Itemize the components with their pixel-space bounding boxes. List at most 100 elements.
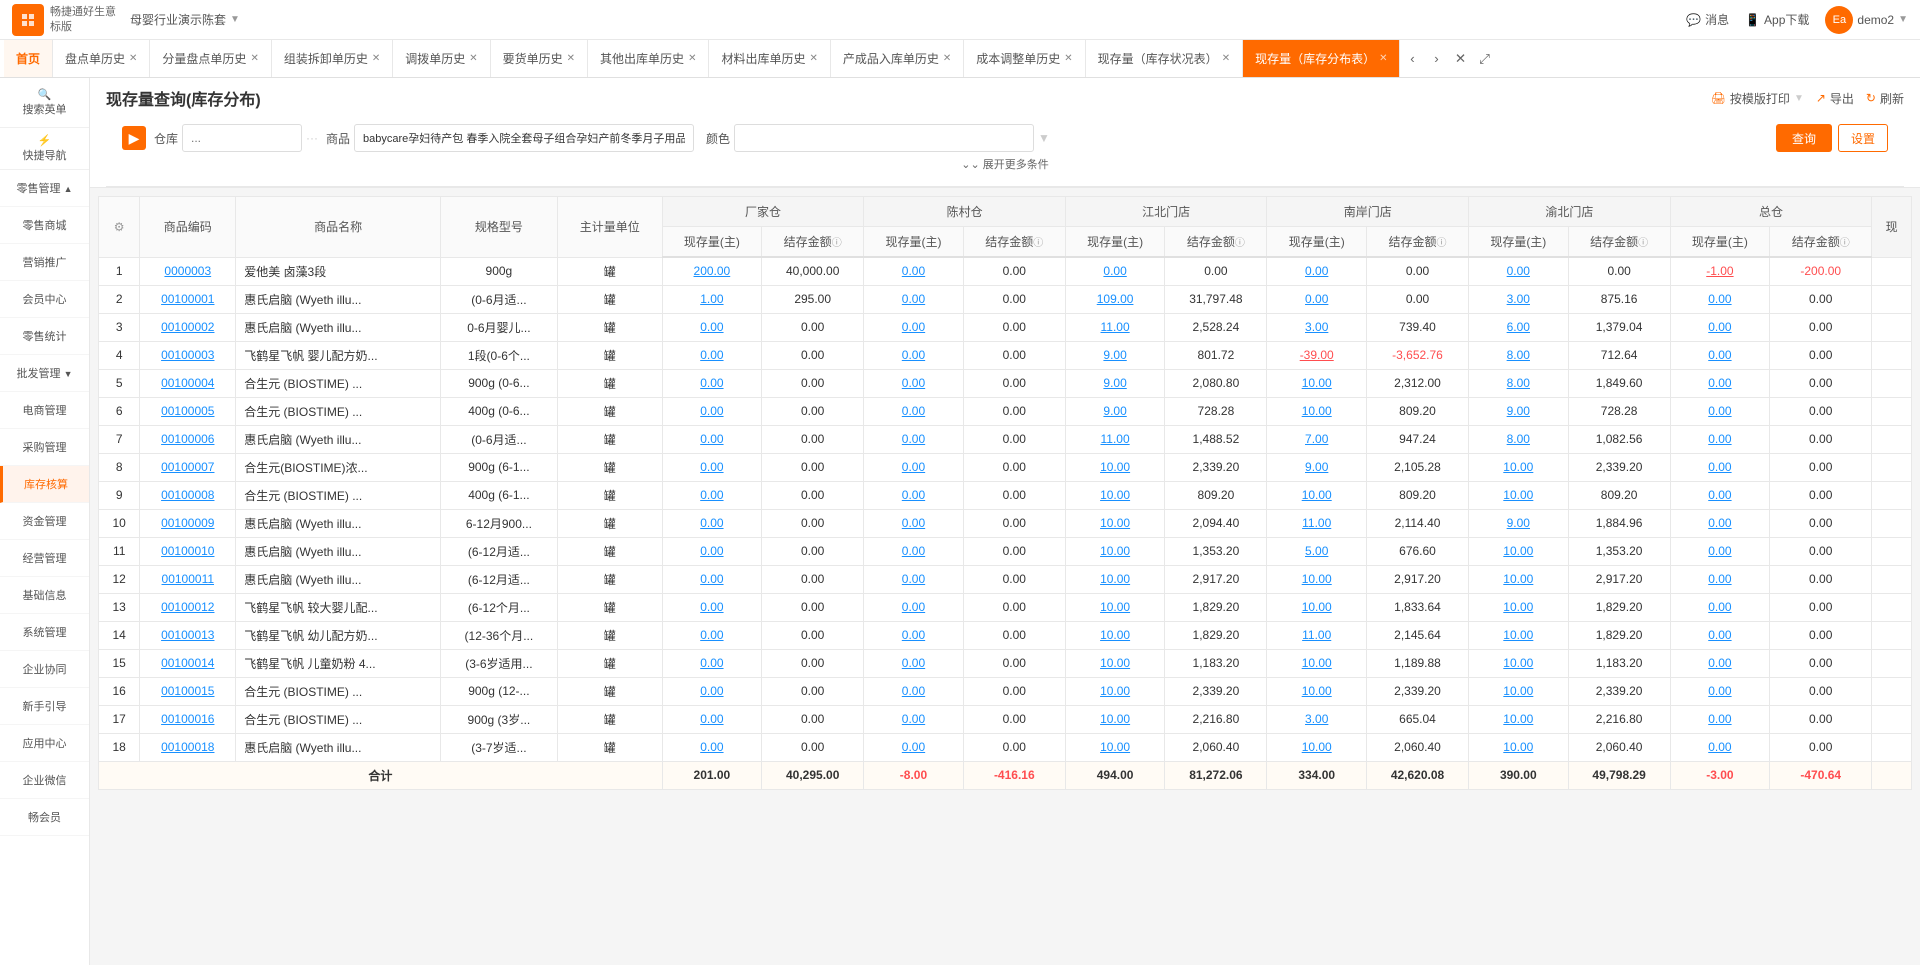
cell-changjia-qty[interactable]: 0.00 bbox=[662, 341, 761, 369]
cell-changjia-qty[interactable]: 0.00 bbox=[662, 537, 761, 565]
cell-jiangbei-qty[interactable]: 10.00 bbox=[1065, 509, 1164, 537]
cell-zong-qty[interactable]: 0.00 bbox=[1670, 593, 1769, 621]
close-icon[interactable]: ✕ bbox=[809, 53, 817, 64]
sidebar-item-retail-stat[interactable]: 零售统计 bbox=[0, 318, 89, 355]
cell-nanan-qty[interactable]: 9.00 bbox=[1267, 453, 1366, 481]
sidebar-item-finance[interactable]: 资金管理 bbox=[0, 503, 89, 540]
cell-nanan-qty[interactable]: 0.00 bbox=[1267, 257, 1366, 285]
cell-jiangbei-qty[interactable]: 10.00 bbox=[1065, 677, 1164, 705]
tabs-next-btn[interactable]: › bbox=[1424, 40, 1448, 78]
cell-changjia-qty[interactable]: 200.00 bbox=[662, 257, 761, 285]
cell-code[interactable]: 00100012 bbox=[140, 593, 236, 621]
cell-zong-qty[interactable]: -1.00 bbox=[1670, 257, 1769, 285]
cell-yubei-qty[interactable]: 9.00 bbox=[1469, 397, 1568, 425]
tab-11-active[interactable]: 现存量（库存分布表） ✕ bbox=[1243, 40, 1400, 78]
sidebar-item-collab[interactable]: 企业协同 bbox=[0, 651, 89, 688]
cell-jiangbei-qty[interactable]: 11.00 bbox=[1065, 425, 1164, 453]
cell-changjia-qty[interactable]: 0.00 bbox=[662, 481, 761, 509]
cell-zong-qty[interactable]: 0.00 bbox=[1670, 369, 1769, 397]
info-icon[interactable]: ⓘ bbox=[1840, 238, 1850, 249]
expand-more-btn[interactable]: ⌄⌄ 展开更多条件 bbox=[122, 152, 1888, 178]
cell-jiangbei-qty[interactable]: 10.00 bbox=[1065, 565, 1164, 593]
cell-chencu-qty[interactable]: 0.00 bbox=[864, 565, 963, 593]
cell-changjia-qty[interactable]: 0.00 bbox=[662, 313, 761, 341]
print-btn[interactable]: 🖨 按模版打印 ▼ bbox=[1711, 90, 1804, 107]
cell-zong-qty[interactable]: 0.00 bbox=[1670, 341, 1769, 369]
sidebar-item-purchase[interactable]: 采购管理 bbox=[0, 429, 89, 466]
cell-jiangbei-qty[interactable]: 10.00 bbox=[1065, 453, 1164, 481]
tab-8[interactable]: 产成品入库单历史 ✕ bbox=[831, 40, 964, 78]
cell-code[interactable]: 0000003 bbox=[140, 257, 236, 285]
cell-chencu-qty[interactable]: 0.00 bbox=[864, 621, 963, 649]
cell-jiangbei-qty[interactable]: 10.00 bbox=[1065, 649, 1164, 677]
cell-zong-qty[interactable]: 0.00 bbox=[1670, 397, 1769, 425]
cell-jiangbei-qty[interactable]: 9.00 bbox=[1065, 369, 1164, 397]
cell-changjia-qty[interactable]: 0.00 bbox=[662, 509, 761, 537]
filter-toggle-btn[interactable]: ▶ bbox=[122, 126, 146, 150]
cell-yubei-qty[interactable]: 10.00 bbox=[1469, 593, 1568, 621]
cell-chencu-qty[interactable]: 0.00 bbox=[864, 369, 963, 397]
cell-zong-qty[interactable]: 0.00 bbox=[1670, 537, 1769, 565]
cell-zong-qty[interactable]: 0.00 bbox=[1670, 677, 1769, 705]
cell-chencu-qty[interactable]: 0.00 bbox=[864, 677, 963, 705]
tab-9[interactable]: 成本调整单历史 ✕ bbox=[964, 40, 1085, 78]
close-icon[interactable]: ✕ bbox=[688, 53, 696, 64]
cell-zong-qty[interactable]: 0.00 bbox=[1670, 425, 1769, 453]
cell-yubei-qty[interactable]: 9.00 bbox=[1469, 509, 1568, 537]
cell-code[interactable]: 00100004 bbox=[140, 369, 236, 397]
cell-jiangbei-qty[interactable]: 10.00 bbox=[1065, 593, 1164, 621]
sidebar-item-system[interactable]: 系统管理 bbox=[0, 614, 89, 651]
cell-zong-qty[interactable]: 0.00 bbox=[1670, 733, 1769, 761]
cell-code[interactable]: 00100001 bbox=[140, 285, 236, 313]
cell-changjia-qty[interactable]: 0.00 bbox=[662, 565, 761, 593]
cell-nanan-qty[interactable]: 10.00 bbox=[1267, 397, 1366, 425]
cell-nanan-qty[interactable]: 7.00 bbox=[1267, 425, 1366, 453]
cell-yubei-qty[interactable]: 0.00 bbox=[1469, 257, 1568, 285]
cell-chencu-qty[interactable]: 0.00 bbox=[864, 537, 963, 565]
cell-changjia-qty[interactable]: 1.00 bbox=[662, 285, 761, 313]
cell-code[interactable]: 00100015 bbox=[140, 677, 236, 705]
cell-code[interactable]: 00100010 bbox=[140, 537, 236, 565]
sidebar-item-ops[interactable]: 经营管理 bbox=[0, 540, 89, 577]
close-icon[interactable]: ✕ bbox=[943, 53, 951, 64]
tab-1[interactable]: 盘点单历史 ✕ bbox=[53, 40, 150, 78]
cell-code[interactable]: 00100016 bbox=[140, 705, 236, 733]
sidebar-item-member[interactable]: 会员中心 bbox=[0, 281, 89, 318]
cell-yubei-qty[interactable]: 10.00 bbox=[1469, 565, 1568, 593]
cell-jiangbei-qty[interactable]: 0.00 bbox=[1065, 257, 1164, 285]
cell-chencu-qty[interactable]: 0.00 bbox=[864, 257, 963, 285]
sidebar-quick-nav[interactable]: ⚡ 快捷导航 bbox=[0, 128, 89, 170]
close-icon[interactable]: ✕ bbox=[567, 53, 575, 64]
sidebar-item-wholesale[interactable]: 批发管理 ▼ bbox=[0, 355, 89, 392]
cell-yubei-qty[interactable]: 10.00 bbox=[1469, 621, 1568, 649]
sidebar-item-ecommerce[interactable]: 电商管理 bbox=[0, 392, 89, 429]
sidebar-item-basic-info[interactable]: 基础信息 bbox=[0, 577, 89, 614]
cell-nanan-qty[interactable]: 10.00 bbox=[1267, 565, 1366, 593]
cell-changjia-qty[interactable]: 0.00 bbox=[662, 621, 761, 649]
cell-changjia-qty[interactable]: 0.00 bbox=[662, 453, 761, 481]
tab-2[interactable]: 分量盘点单历史 ✕ bbox=[150, 40, 271, 78]
tab-7[interactable]: 材料出库单历史 ✕ bbox=[709, 40, 830, 78]
cell-chencu-qty[interactable]: 0.00 bbox=[864, 733, 963, 761]
cell-changjia-qty[interactable]: 0.00 bbox=[662, 593, 761, 621]
sidebar-item-marketing[interactable]: 营销推广 bbox=[0, 244, 89, 281]
cell-changjia-qty[interactable]: 0.00 bbox=[662, 649, 761, 677]
close-icon[interactable]: ✕ bbox=[250, 53, 258, 64]
cell-yubei-qty[interactable]: 8.00 bbox=[1469, 425, 1568, 453]
sidebar-item-inventory[interactable]: 库存核算 bbox=[0, 466, 89, 503]
user-menu[interactable]: Ea demo2 ▼ bbox=[1825, 6, 1908, 34]
close-icon[interactable]: ✕ bbox=[469, 53, 477, 64]
cell-yubei-qty[interactable]: 10.00 bbox=[1469, 453, 1568, 481]
cell-changjia-qty[interactable]: 0.00 bbox=[662, 705, 761, 733]
cell-jiangbei-qty[interactable]: 10.00 bbox=[1065, 733, 1164, 761]
export-btn[interactable]: ↗ 导出 bbox=[1816, 90, 1854, 107]
query-button[interactable]: 查询 bbox=[1776, 124, 1832, 152]
cell-yubei-qty[interactable]: 10.00 bbox=[1469, 649, 1568, 677]
cell-jiangbei-qty[interactable]: 10.00 bbox=[1065, 537, 1164, 565]
refresh-btn[interactable]: ↻ 刷新 bbox=[1866, 90, 1904, 107]
sidebar-item-retail-mgmt[interactable]: 零售管理 ▲ bbox=[0, 170, 89, 207]
cell-jiangbei-qty[interactable]: 109.00 bbox=[1065, 285, 1164, 313]
cell-chencu-qty[interactable]: 0.00 bbox=[864, 397, 963, 425]
cell-nanan-qty[interactable]: 10.00 bbox=[1267, 369, 1366, 397]
cell-jiangbei-qty[interactable]: 10.00 bbox=[1065, 705, 1164, 733]
